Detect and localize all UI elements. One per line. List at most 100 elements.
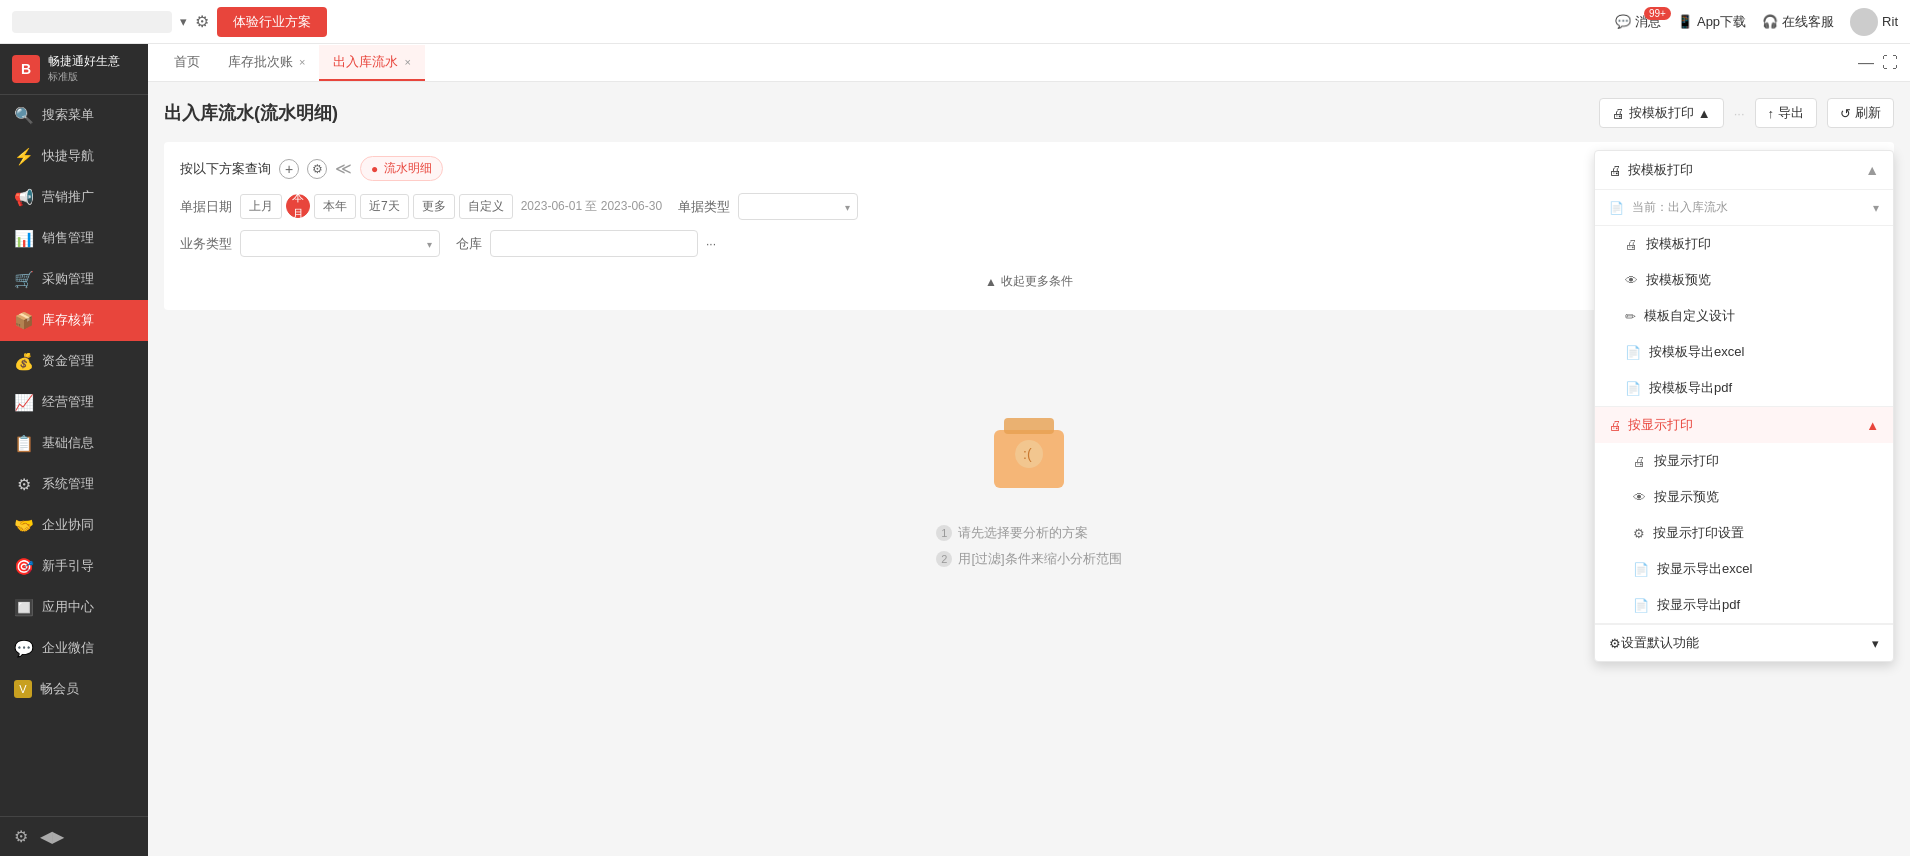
dropdown-footer[interactable]: ⚙ 设置默认功能 ▾	[1595, 624, 1893, 661]
filter-collapse-arrow[interactable]: ≪	[335, 159, 352, 178]
dropdown-sub-item-display-pdf[interactable]: 📄 按显示导出pdf	[1595, 587, 1893, 623]
dropdown-section2-header[interactable]: 🖨 按显示打印 ▲	[1595, 407, 1893, 443]
app-download-label: App下载	[1697, 13, 1746, 31]
dropdown-sub-item-display-print[interactable]: 🖨 按显示打印	[1595, 443, 1893, 479]
date-btn-custom[interactable]: 自定义	[459, 194, 513, 219]
app-download-item[interactable]: 📱 App下载	[1677, 13, 1746, 31]
section2-collapse-icon: ▲	[1866, 418, 1879, 433]
dropdown-sub-item-display-excel[interactable]: 📄 按显示导出excel	[1595, 551, 1893, 587]
filter-gear-btn[interactable]: ⚙	[307, 159, 327, 179]
tab-batch-account-label: 库存批次账	[228, 53, 293, 71]
system-icon: ⚙	[14, 475, 34, 494]
chevron-up-icon: ▲	[1698, 106, 1711, 121]
sidebar-item-guide-label: 新手引导	[42, 557, 94, 575]
bill-type-select[interactable]	[738, 193, 858, 220]
sidebar-item-inventory-label: 库存核算	[42, 311, 94, 329]
sidebar-item-quick-nav-label: 快捷导航	[42, 147, 94, 165]
app-center-icon: 🔲	[14, 598, 34, 617]
tab-inventory-flow[interactable]: 出入库流水 ×	[319, 45, 424, 81]
step1-text: 请先选择要分析的方案	[958, 520, 1088, 546]
template-print-btn[interactable]: 🖨 按模板打印 ▲	[1599, 98, 1724, 128]
phone-icon: 📱	[1677, 14, 1693, 29]
date-btn-more[interactable]: 更多	[413, 194, 455, 219]
tab-batch-account[interactable]: 库存批次账 ×	[214, 45, 319, 81]
sidebar-item-guide[interactable]: 🎯 新手引导	[0, 546, 148, 587]
dropdown-item-template-design[interactable]: ✏ 模板自定义设计	[1595, 298, 1893, 334]
display-settings-label: 按显示打印设置	[1653, 524, 1744, 542]
finance-icon: 💰	[14, 352, 34, 371]
empty-icon: :(	[979, 400, 1079, 500]
warehouse-more-icon[interactable]: ···	[706, 237, 716, 251]
dropdown-item-template-pdf[interactable]: 📄 按模板导出pdf	[1595, 370, 1893, 406]
purchase-icon: 🛒	[14, 270, 34, 289]
message-badge: 99+	[1644, 7, 1671, 20]
settings-bottom-icon[interactable]: ⚙	[14, 827, 28, 846]
search-dropdown-icon[interactable]: ▾	[180, 14, 187, 29]
sidebar-item-sales[interactable]: 📊 销售管理	[0, 218, 148, 259]
dropdown-close-btn[interactable]: ▲	[1865, 162, 1879, 178]
minimize-btn[interactable]: —	[1858, 54, 1874, 72]
sidebar-item-cooperation[interactable]: 🤝 企业协同	[0, 505, 148, 546]
tab-batch-account-close[interactable]: ×	[299, 56, 305, 68]
message-item[interactable]: 💬 消息 99+	[1615, 13, 1661, 31]
dropdown-item-template-print-label: 按模板打印	[1646, 235, 1711, 253]
search-input[interactable]	[12, 11, 172, 33]
dropdown-sub-item-display-preview[interactable]: 👁 按显示预览	[1595, 479, 1893, 515]
collapse-btn-label: 收起更多条件	[1001, 273, 1073, 290]
tab-inventory-flow-close[interactable]: ×	[404, 56, 410, 68]
sidebar-item-quick-nav[interactable]: ⚡ 快捷导航	[0, 136, 148, 177]
dropdown-item-template-preview-label: 按模板预览	[1646, 271, 1711, 289]
sidebar-item-purchase[interactable]: 🛒 采购管理	[0, 259, 148, 300]
date-btn-last-month[interactable]: 上月	[240, 194, 282, 219]
user-item[interactable]: Rit	[1850, 8, 1898, 36]
section2-title: 按显示打印	[1628, 416, 1693, 434]
dropdown-item-template-design-label: 模板自定义设计	[1644, 307, 1735, 325]
sidebar-bottom: ⚙ ◀▶	[0, 816, 148, 856]
sidebar-item-operation[interactable]: 📈 经营管理	[0, 382, 148, 423]
settings-default-icon: ⚙	[1609, 636, 1621, 651]
collapse-btn[interactable]: ▲ 收起更多条件	[985, 273, 1073, 290]
industry-btn[interactable]: 体验行业方案	[217, 7, 327, 37]
sidebar-item-basic-label: 基础信息	[42, 434, 94, 452]
sidebar-item-wechat[interactable]: 💬 企业微信	[0, 628, 148, 669]
sidebar-item-finance-label: 资金管理	[42, 352, 94, 370]
dropdown-item-template-excel[interactable]: 📄 按模板导出excel	[1595, 334, 1893, 370]
tab-home[interactable]: 首页	[160, 45, 214, 81]
sidebar-item-app-center[interactable]: 🔲 应用中心	[0, 587, 148, 628]
sidebar-item-system[interactable]: ⚙ 系统管理	[0, 464, 148, 505]
refresh-btn[interactable]: ↺ 刷新	[1827, 98, 1894, 128]
date-btn-7days[interactable]: 近7天	[360, 194, 409, 219]
dropdown-item-template-print[interactable]: 🖨 按模板打印	[1595, 226, 1893, 262]
business-type-select[interactable]	[240, 230, 440, 257]
service-icon: 🎧	[1762, 14, 1778, 29]
template-print-icon: 🖨	[1625, 237, 1638, 252]
dropdown-current[interactable]: 📄 当前：出入库流水 ▾	[1595, 190, 1893, 226]
sidebar-item-finance[interactable]: 💰 资金管理	[0, 341, 148, 382]
filter-tag[interactable]: ● 流水明细	[360, 156, 443, 181]
filter-add-btn[interactable]: +	[279, 159, 299, 179]
sidebar-item-marketing[interactable]: 📢 营销推广	[0, 177, 148, 218]
sidebar-item-sales-label: 销售管理	[42, 229, 94, 247]
collapse-sidebar-icon[interactable]: ◀▶	[40, 827, 64, 846]
online-service-item[interactable]: 🎧 在线客服	[1762, 13, 1834, 31]
maximize-btn[interactable]: ⛶	[1882, 54, 1898, 72]
sidebar-item-inventory[interactable]: 📦 库存核算	[0, 300, 148, 341]
export-btn[interactable]: ↑ 导出	[1755, 98, 1818, 128]
topbar-gear-icon[interactable]: ⚙	[195, 12, 209, 31]
business-type-filter-group: 业务类型 ▾	[180, 230, 440, 257]
empty-step2: 2 用[过滤]条件来缩小分析范围	[936, 546, 1121, 572]
date-range: 2023-06-01 至 2023-06-30	[521, 198, 662, 215]
operation-icon: 📈	[14, 393, 34, 412]
sidebar-item-search[interactable]: 🔍 搜索菜单	[0, 95, 148, 136]
sidebar-item-member[interactable]: V 畅会员	[0, 669, 148, 709]
dropdown-sub-item-display-settings[interactable]: ⚙ 按显示打印设置	[1595, 515, 1893, 551]
sidebar-item-operation-label: 经营管理	[42, 393, 94, 411]
display-print-icon: 🖨	[1633, 454, 1646, 469]
date-btn-this-month[interactable]: 本月	[286, 194, 310, 218]
dropdown-item-template-preview[interactable]: 👁 按模板预览	[1595, 262, 1893, 298]
warehouse-input[interactable]	[490, 230, 698, 257]
sidebar-item-basic[interactable]: 📋 基础信息	[0, 423, 148, 464]
date-btn-this-year[interactable]: 本年	[314, 194, 356, 219]
current-arrow: ▾	[1873, 201, 1879, 215]
warehouse-label: 仓库	[456, 235, 482, 253]
